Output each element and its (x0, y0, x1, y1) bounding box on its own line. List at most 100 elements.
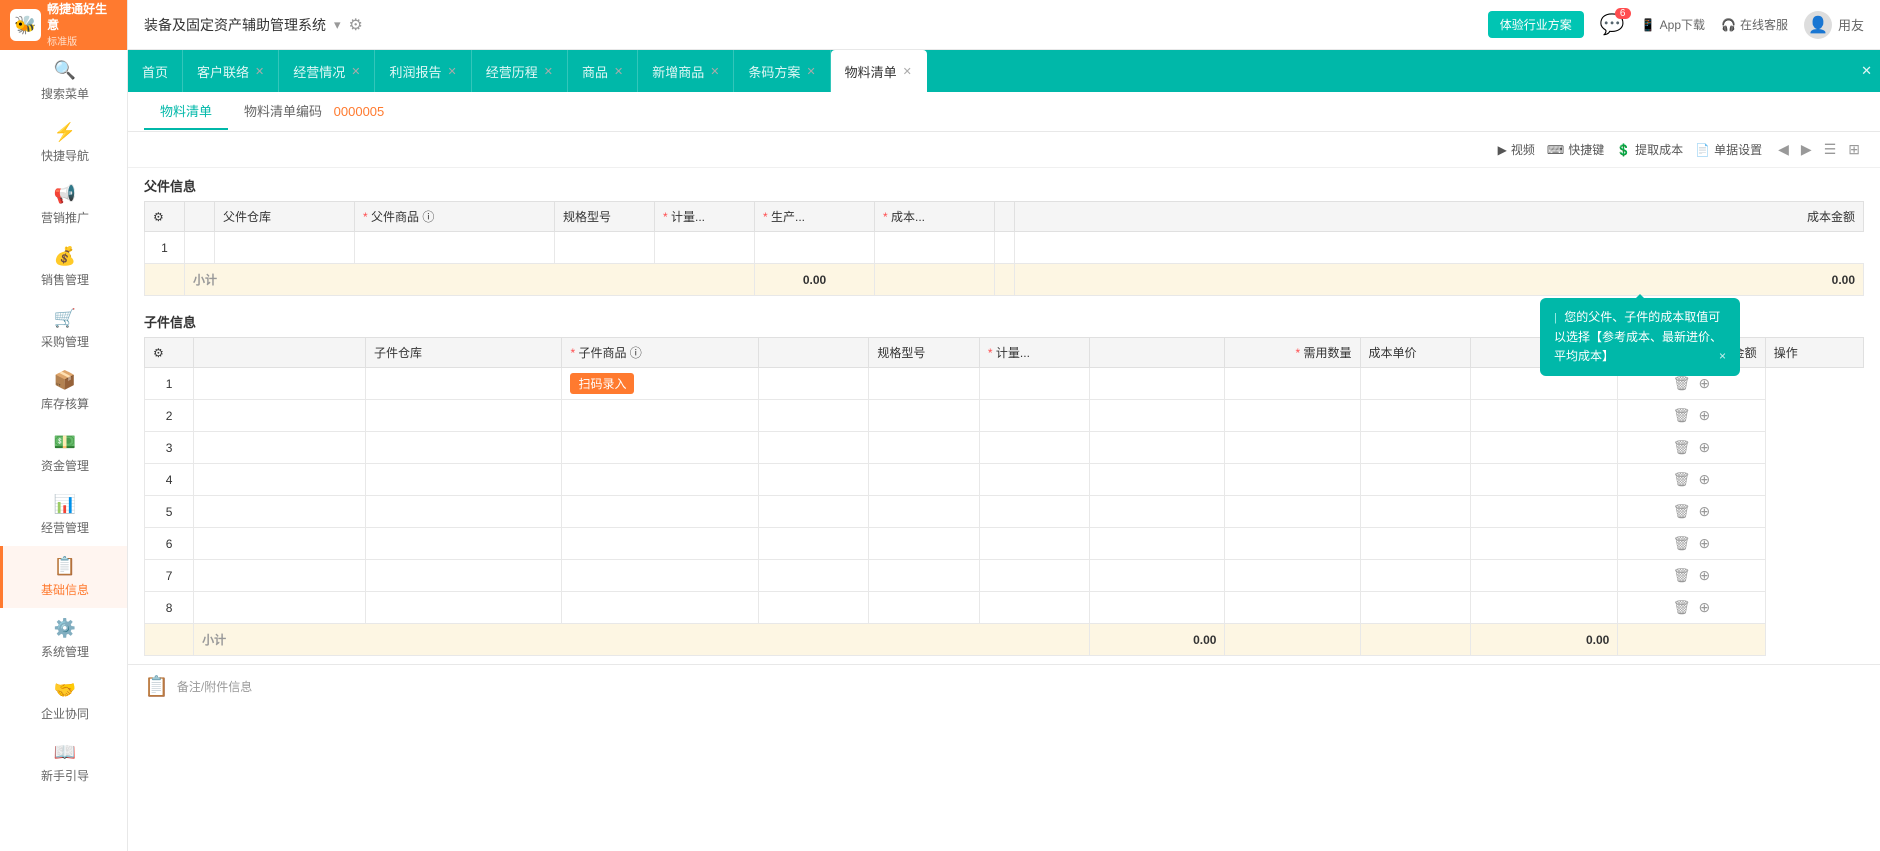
parent-row1-warehouse[interactable] (185, 232, 215, 264)
sidebar-item-purchase[interactable]: 🛒 采购管理 (0, 298, 127, 360)
child-row7-warehouse[interactable] (194, 560, 366, 592)
child-row3-unit[interactable] (869, 432, 980, 464)
parent-row1-cost[interactable] (755, 232, 875, 264)
delete-icon[interactable]: 🗑 (1673, 471, 1691, 488)
child-row2-unit-cost[interactable] (1225, 400, 1360, 432)
child-row8-goods[interactable] (366, 592, 562, 624)
child-row5-unit-cost[interactable] (1225, 496, 1360, 528)
toolbar-extract-cost[interactable]: 💲 提取成本 (1616, 141, 1683, 158)
tab-barcode[interactable]: 条码方案 ✕ (734, 50, 830, 92)
sidebar-item-finance[interactable]: 💵 资金管理 (0, 422, 127, 484)
child-row7-qty[interactable] (1090, 560, 1225, 592)
sidebar-item-basic-info[interactable]: 📋 基础信息 (0, 546, 127, 608)
child-row8-warehouse[interactable] (194, 592, 366, 624)
tab-close-goods[interactable]: ✕ (614, 65, 623, 78)
child-row1-qty[interactable] (1090, 368, 1225, 400)
child-row4-spec[interactable] (758, 464, 869, 496)
app-download-btn[interactable]: 📱 App下载 (1641, 16, 1705, 33)
tab-goods[interactable]: 商品 ✕ (568, 50, 638, 92)
copy-icon[interactable]: ⊕ (1699, 375, 1711, 392)
delete-icon[interactable]: 🗑 (1673, 439, 1691, 456)
tab-close-bom[interactable]: ✕ (903, 65, 912, 78)
parent-row1-produce[interactable] (655, 232, 755, 264)
child-row7-spec[interactable] (758, 560, 869, 592)
child-row5-goods[interactable] (366, 496, 562, 528)
delete-icon[interactable]: 🗑 (1673, 535, 1691, 552)
child-row3-spec[interactable] (758, 432, 869, 464)
child-row5-warehouse[interactable] (194, 496, 366, 528)
delete-icon[interactable]: 🗑 (1673, 599, 1691, 616)
nav-prev-btn[interactable]: ◀ (1774, 139, 1793, 160)
child-row1-warehouse[interactable] (194, 368, 366, 400)
child-row3-goods[interactable] (366, 432, 562, 464)
child-row6-warehouse[interactable] (194, 528, 366, 560)
delete-icon[interactable]: 🗑 (1673, 567, 1691, 584)
sidebar-item-inventory[interactable]: 📦 库存核算 (0, 360, 127, 422)
child-row8-unit-cost[interactable] (1225, 592, 1360, 624)
tab-bom[interactable]: 物料清单 ✕ (831, 50, 927, 92)
child-row2-warehouse[interactable] (194, 400, 366, 432)
copy-icon[interactable]: ⊕ (1699, 567, 1711, 584)
child-row4-unit-cost[interactable] (1225, 464, 1360, 496)
child-row3-unit-cost[interactable] (1225, 432, 1360, 464)
parent-th-settings[interactable]: ⚙ (145, 202, 185, 232)
tab-new-goods[interactable]: 新增商品 ✕ (638, 50, 734, 92)
child-row2-qty[interactable] (1090, 400, 1225, 432)
child-row1-unit-cost[interactable] (1225, 368, 1360, 400)
tab-close-operations[interactable]: ✕ (351, 65, 360, 78)
child-row4-unit[interactable] (869, 464, 980, 496)
child-row3-warehouse[interactable] (194, 432, 366, 464)
child-row6-unit[interactable] (869, 528, 980, 560)
experience-btn[interactable]: 体验行业方案 (1488, 11, 1584, 38)
sidebar-item-search[interactable]: 🔍 搜索菜单 (0, 50, 127, 112)
copy-icon[interactable]: ⊕ (1699, 535, 1711, 552)
tab-close-new-goods[interactable]: ✕ (710, 65, 719, 78)
child-row3-qty[interactable] (1090, 432, 1225, 464)
sidebar-item-marketing[interactable]: 📢 营销推广 (0, 174, 127, 236)
child-row5-qty[interactable] (1090, 496, 1225, 528)
delete-icon[interactable]: 🗑 (1673, 503, 1691, 520)
child-row6-goods[interactable] (366, 528, 562, 560)
scan-input-btn[interactable]: 扫码录入 (570, 373, 634, 394)
tab-close-customer[interactable]: ✕ (255, 65, 264, 78)
tab-history[interactable]: 经营历程 ✕ (472, 50, 568, 92)
toolbar-view[interactable]: ▶ 视频 (1498, 141, 1535, 158)
tooltip-close-btn[interactable]: × (1719, 347, 1726, 366)
sub-tab-bom[interactable]: 物料清单 (144, 93, 228, 130)
sidebar-item-guide[interactable]: 📖 新手引导 (0, 732, 127, 794)
tab-close-profit[interactable]: ✕ (448, 65, 457, 78)
parent-row1-unit[interactable] (555, 232, 655, 264)
tab-close-history[interactable]: ✕ (544, 65, 553, 78)
child-row2-unit[interactable] (869, 400, 980, 432)
copy-icon[interactable]: ⊕ (1699, 439, 1711, 456)
delete-icon[interactable]: 🗑 (1673, 375, 1691, 392)
copy-icon[interactable]: ⊕ (1699, 599, 1711, 616)
child-row8-qty[interactable] (1090, 592, 1225, 624)
online-service-btn[interactable]: 🎧 在线客服 (1721, 16, 1788, 33)
child-row7-unit-cost[interactable] (1225, 560, 1360, 592)
nav-expand-btn[interactable]: ⊞ (1844, 139, 1864, 160)
dropdown-arrow-icon[interactable]: ▾ (334, 17, 341, 33)
child-row4-warehouse[interactable] (194, 464, 366, 496)
copy-icon[interactable]: ⊕ (1699, 503, 1711, 520)
sidebar-item-quick-nav[interactable]: ⚡ 快捷导航 (0, 112, 127, 174)
child-row8-spec[interactable] (758, 592, 869, 624)
sidebar-item-enterprise[interactable]: 🤝 企业协同 (0, 670, 127, 732)
tab-home[interactable]: 首页 (128, 50, 183, 92)
child-row8-unit[interactable] (869, 592, 980, 624)
copy-icon[interactable]: ⊕ (1699, 407, 1711, 424)
tab-profit[interactable]: 利润报告 ✕ (375, 50, 471, 92)
tab-customer[interactable]: 客户联络 ✕ (183, 50, 279, 92)
delete-icon[interactable]: 🗑 (1673, 407, 1691, 424)
settings-icon[interactable]: ⚙ (349, 15, 363, 35)
child-row5-spec[interactable] (758, 496, 869, 528)
user-area[interactable]: 👤 用友 (1804, 11, 1864, 39)
child-row7-unit[interactable] (869, 560, 980, 592)
child-row4-goods[interactable] (366, 464, 562, 496)
sub-tab-bom-code[interactable]: 物料清单编码 0000005 (228, 93, 400, 130)
child-row1-spec[interactable] (758, 368, 869, 400)
child-row6-qty[interactable] (1090, 528, 1225, 560)
parent-row1-spec[interactable] (355, 232, 555, 264)
child-row6-unit-cost[interactable] (1225, 528, 1360, 560)
tab-close-barcode[interactable]: ✕ (806, 65, 815, 78)
